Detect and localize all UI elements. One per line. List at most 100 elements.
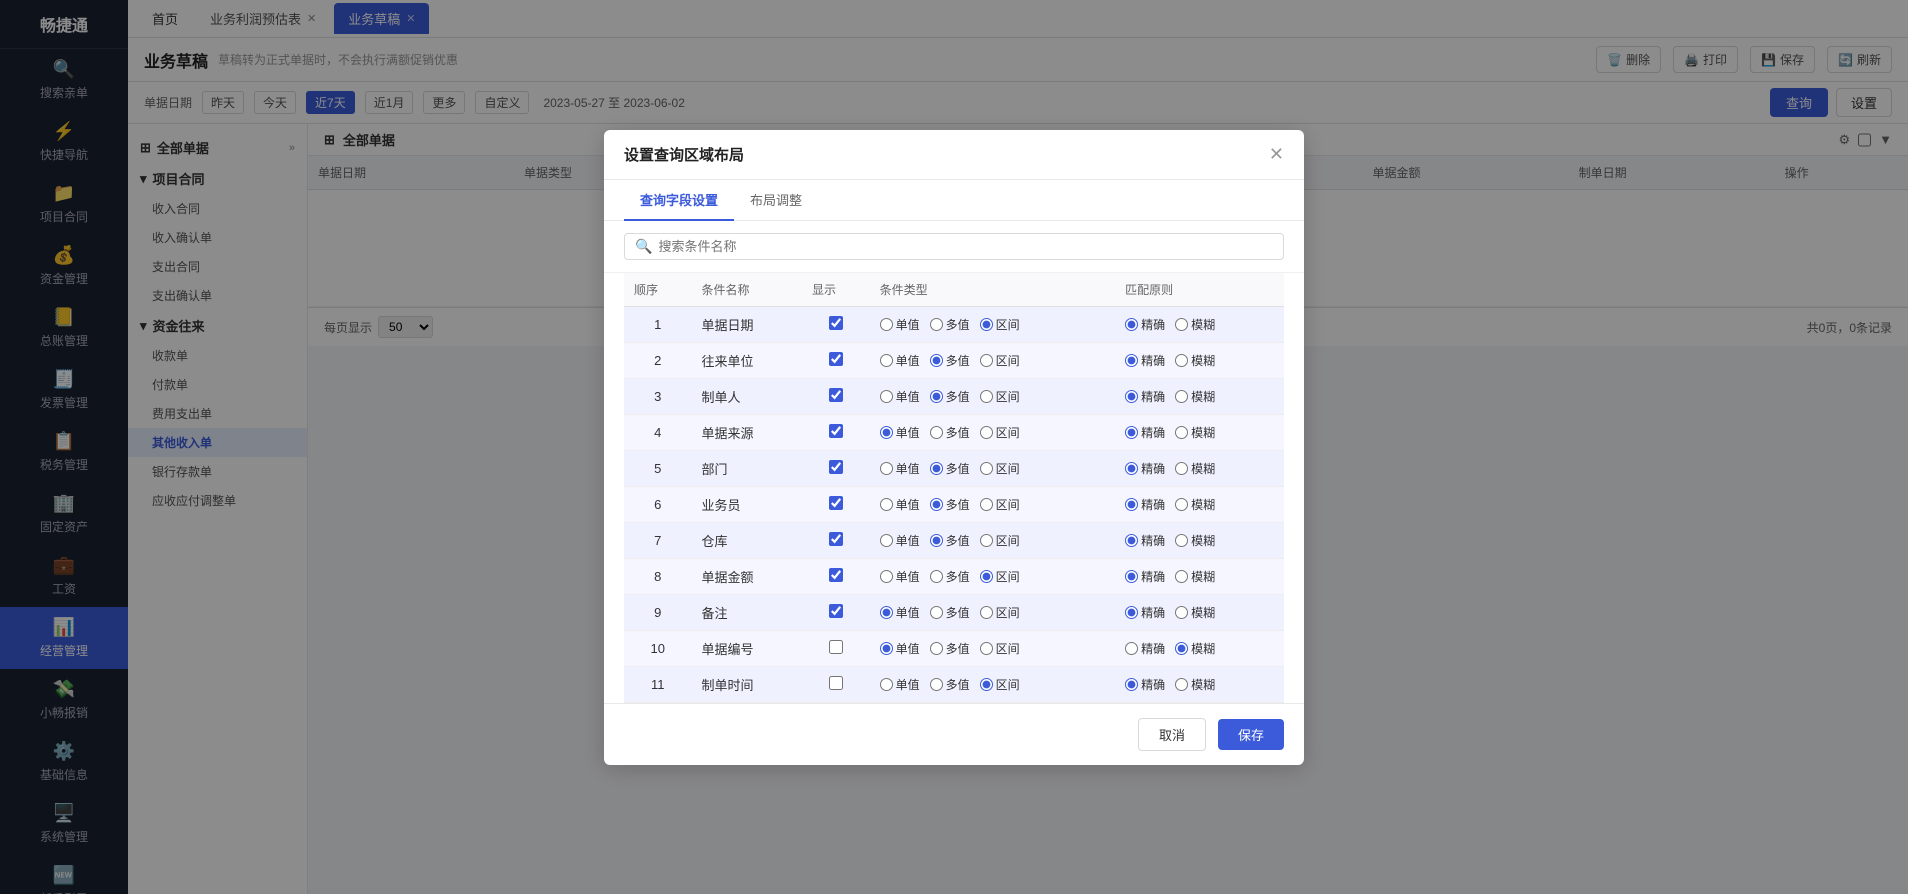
type-radio[interactable] <box>930 426 943 439</box>
match-radio[interactable] <box>1125 678 1138 691</box>
match-radio[interactable] <box>1125 534 1138 547</box>
match-radio[interactable] <box>1175 534 1188 547</box>
type-radio-label[interactable]: 单值 <box>880 676 920 693</box>
type-radio-label[interactable]: 单值 <box>880 532 920 549</box>
match-radio-label[interactable]: 模糊 <box>1175 352 1215 369</box>
match-radio[interactable] <box>1175 498 1188 511</box>
match-radio-label[interactable]: 精确 <box>1125 352 1165 369</box>
type-radio[interactable] <box>980 570 993 583</box>
type-radio[interactable] <box>930 390 943 403</box>
match-radio[interactable] <box>1125 390 1138 403</box>
type-radio[interactable] <box>880 354 893 367</box>
type-radio[interactable] <box>880 318 893 331</box>
display-checkbox[interactable] <box>829 640 843 654</box>
type-radio[interactable] <box>980 354 993 367</box>
display-checkbox[interactable] <box>829 676 843 690</box>
type-radio-label[interactable]: 多值 <box>930 388 970 405</box>
display-checkbox[interactable] <box>829 352 843 366</box>
type-radio-label[interactable]: 区间 <box>980 388 1020 405</box>
type-radio[interactable] <box>930 570 943 583</box>
type-radio-label[interactable]: 单值 <box>880 352 920 369</box>
match-radio[interactable] <box>1175 390 1188 403</box>
display-checkbox[interactable] <box>829 460 843 474</box>
match-radio-label[interactable]: 模糊 <box>1175 424 1215 441</box>
type-radio-label[interactable]: 多值 <box>930 532 970 549</box>
type-radio-label[interactable]: 单值 <box>880 424 920 441</box>
type-radio-label[interactable]: 区间 <box>980 316 1020 333</box>
type-radio[interactable] <box>980 462 993 475</box>
match-radio[interactable] <box>1175 354 1188 367</box>
match-radio[interactable] <box>1175 570 1188 583</box>
match-radio-label[interactable]: 模糊 <box>1175 676 1215 693</box>
type-radio-label[interactable]: 多值 <box>930 604 970 621</box>
type-radio[interactable] <box>880 390 893 403</box>
type-radio-label[interactable]: 多值 <box>930 676 970 693</box>
type-radio-label[interactable]: 区间 <box>980 496 1020 513</box>
type-radio-label[interactable]: 区间 <box>980 424 1020 441</box>
match-radio[interactable] <box>1125 642 1138 655</box>
match-radio-label[interactable]: 精确 <box>1125 388 1165 405</box>
modal-tab-layout[interactable]: 布局调整 <box>734 180 818 221</box>
type-radio[interactable] <box>930 462 943 475</box>
type-radio-label[interactable]: 区间 <box>980 532 1020 549</box>
type-radio[interactable] <box>980 678 993 691</box>
type-radio-label[interactable]: 区间 <box>980 460 1020 477</box>
match-radio-label[interactable]: 模糊 <box>1175 604 1215 621</box>
type-radio-label[interactable]: 区间 <box>980 352 1020 369</box>
match-radio-label[interactable]: 精确 <box>1125 640 1165 657</box>
match-radio-label[interactable]: 精确 <box>1125 424 1165 441</box>
match-radio-label[interactable]: 精确 <box>1125 604 1165 621</box>
modal-tab-query[interactable]: 查询字段设置 <box>624 180 734 221</box>
display-checkbox[interactable] <box>829 532 843 546</box>
type-radio[interactable] <box>980 390 993 403</box>
match-radio-label[interactable]: 模糊 <box>1175 496 1215 513</box>
type-radio[interactable] <box>880 642 893 655</box>
display-checkbox[interactable] <box>829 496 843 510</box>
display-checkbox[interactable] <box>829 388 843 402</box>
type-radio[interactable] <box>930 354 943 367</box>
match-radio[interactable] <box>1175 678 1188 691</box>
match-radio[interactable] <box>1175 606 1188 619</box>
match-radio-label[interactable]: 模糊 <box>1175 640 1215 657</box>
type-radio-label[interactable]: 多值 <box>930 640 970 657</box>
match-radio-label[interactable]: 模糊 <box>1175 316 1215 333</box>
type-radio[interactable] <box>930 318 943 331</box>
type-radio[interactable] <box>880 534 893 547</box>
type-radio[interactable] <box>930 498 943 511</box>
type-radio-label[interactable]: 多值 <box>930 568 970 585</box>
type-radio-label[interactable]: 区间 <box>980 604 1020 621</box>
type-radio-label[interactable]: 区间 <box>980 676 1020 693</box>
match-radio[interactable] <box>1125 354 1138 367</box>
type-radio-label[interactable]: 单值 <box>880 316 920 333</box>
type-radio-label[interactable]: 多值 <box>930 460 970 477</box>
type-radio[interactable] <box>980 498 993 511</box>
match-radio[interactable] <box>1175 426 1188 439</box>
match-radio[interactable] <box>1175 642 1188 655</box>
type-radio-label[interactable]: 多值 <box>930 316 970 333</box>
type-radio[interactable] <box>880 570 893 583</box>
type-radio-label[interactable]: 多值 <box>930 496 970 513</box>
type-radio[interactable] <box>930 678 943 691</box>
type-radio[interactable] <box>980 642 993 655</box>
match-radio[interactable] <box>1175 462 1188 475</box>
display-checkbox[interactable] <box>829 568 843 582</box>
match-radio-label[interactable]: 精确 <box>1125 676 1165 693</box>
type-radio-label[interactable]: 单值 <box>880 568 920 585</box>
display-checkbox[interactable] <box>829 424 843 438</box>
type-radio-label[interactable]: 单值 <box>880 640 920 657</box>
type-radio[interactable] <box>930 534 943 547</box>
match-radio[interactable] <box>1125 462 1138 475</box>
type-radio[interactable] <box>980 318 993 331</box>
match-radio[interactable] <box>1125 426 1138 439</box>
type-radio[interactable] <box>980 426 993 439</box>
type-radio-label[interactable]: 区间 <box>980 568 1020 585</box>
match-radio-label[interactable]: 模糊 <box>1175 568 1215 585</box>
modal-close-button[interactable]: ✕ <box>1269 144 1284 165</box>
type-radio-label[interactable]: 单值 <box>880 388 920 405</box>
cancel-button[interactable]: 取消 <box>1138 718 1206 751</box>
type-radio-label[interactable]: 多值 <box>930 352 970 369</box>
type-radio[interactable] <box>930 606 943 619</box>
type-radio[interactable] <box>880 426 893 439</box>
type-radio-label[interactable]: 单值 <box>880 460 920 477</box>
match-radio[interactable] <box>1175 318 1188 331</box>
